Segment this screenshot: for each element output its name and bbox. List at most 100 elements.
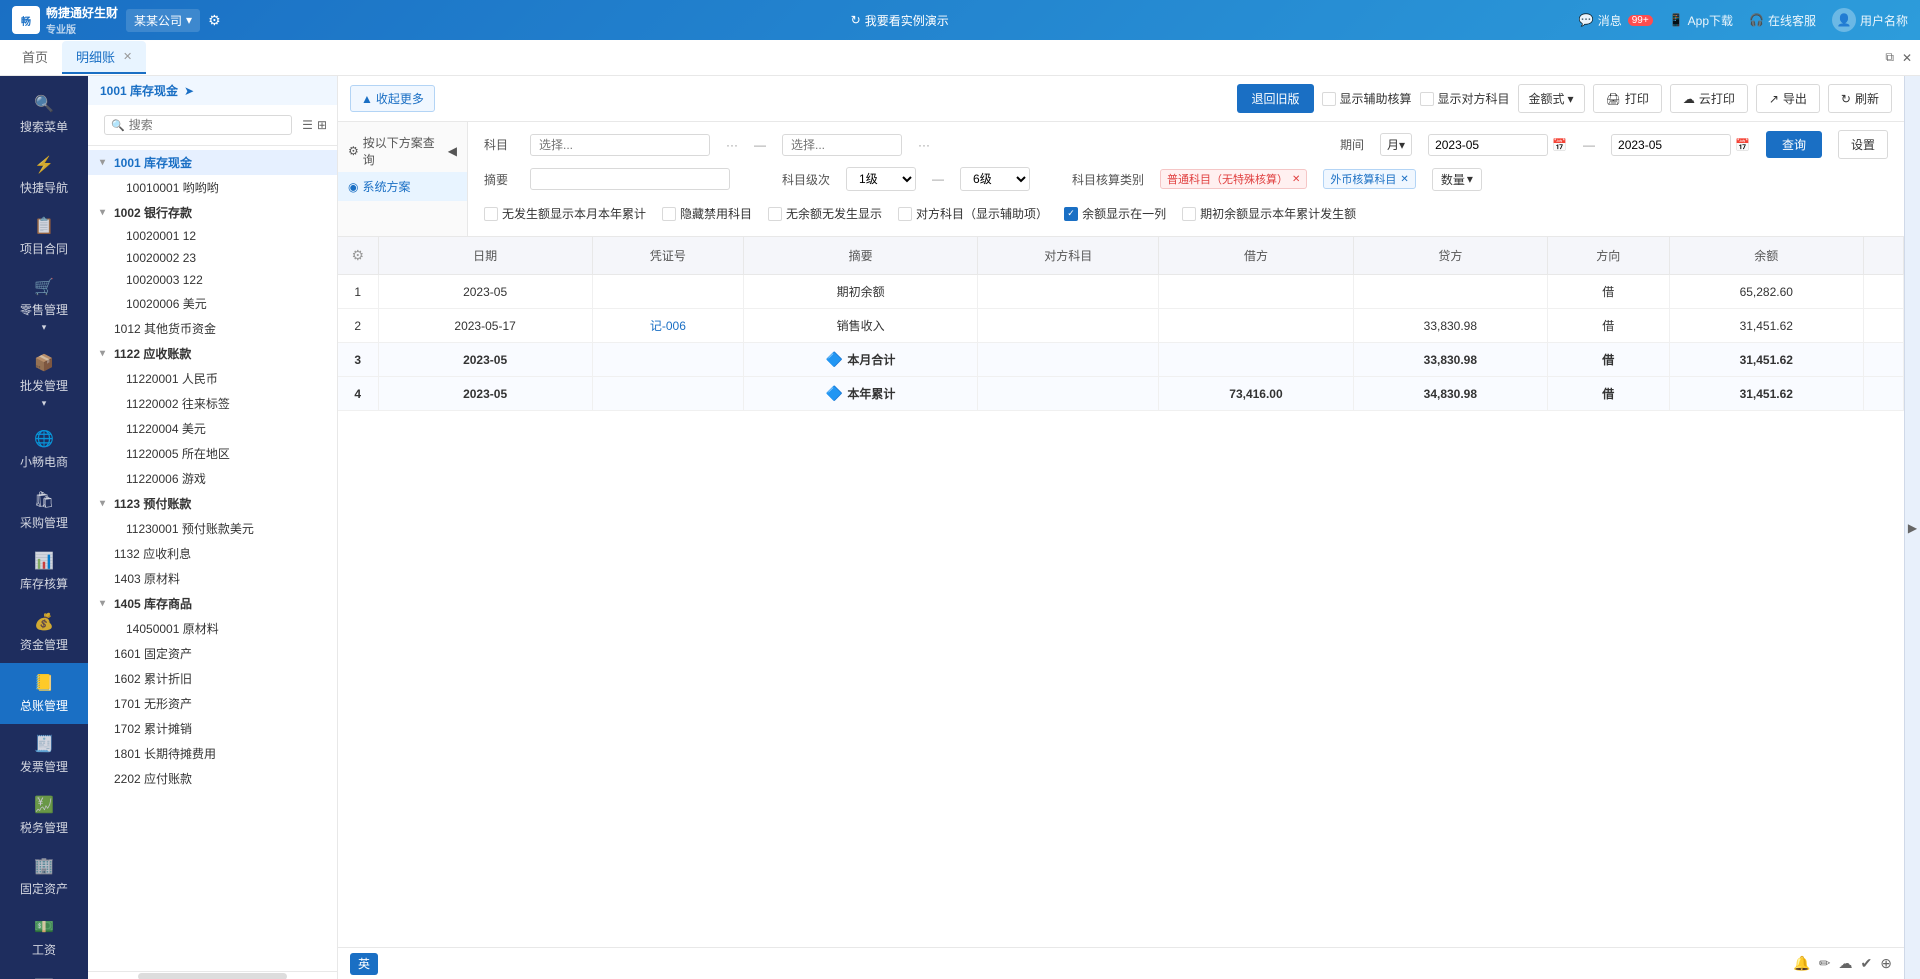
refresh-btn[interactable]: ↻ 刷新	[1828, 84, 1892, 113]
tab-window-icon[interactable]: ⧉	[1885, 50, 1894, 65]
query-btn[interactable]: 查询	[1766, 131, 1822, 158]
tree-node-1405[interactable]: ▾ 1405 库存商品	[88, 591, 337, 616]
tree-node-1122[interactable]: ▾ 1122 应收账款	[88, 341, 337, 366]
tab-ledger[interactable]: 明细账 ✕	[62, 41, 146, 74]
sidebar-item-tax[interactable]: 💹 税务管理	[0, 785, 88, 846]
gear-icon[interactable]: ⚙	[208, 12, 221, 29]
sidebar-item-business[interactable]: 📈 经营管理	[0, 968, 88, 979]
back-to-old-btn[interactable]: 退回旧版	[1237, 84, 1313, 113]
account-filter-input2[interactable]	[782, 134, 902, 156]
tree-node-10020001[interactable]: 10020001 12	[88, 225, 337, 247]
cb-opening-ytd[interactable]: 期初余额显示本年累计发生额	[1182, 205, 1356, 222]
summary-input[interactable]	[530, 168, 730, 190]
sidebar-item-ledger[interactable]: 📒 总账管理	[0, 663, 88, 724]
tab-close-icon[interactable]: ✕	[123, 50, 132, 63]
tree-node-14050001[interactable]: 14050001 原材料	[88, 616, 337, 641]
right-collapse-panel[interactable]: ▶	[1904, 76, 1920, 979]
tree-search-input[interactable]	[129, 118, 285, 132]
show-aux-checkbox[interactable]: 显示辅助核算	[1322, 90, 1412, 107]
tree-node-10020003[interactable]: 10020003 122	[88, 269, 337, 291]
tree-node-1012[interactable]: 1012 其他货币资金	[88, 316, 337, 341]
tree-node-10010001[interactable]: 10010001 哟哟哟	[88, 175, 337, 200]
row-voucher-2[interactable]: 记-006	[592, 309, 743, 343]
app-download-action[interactable]: 📱 App下载	[1669, 12, 1733, 29]
tree-node-1403[interactable]: 1403 原材料	[88, 566, 337, 591]
period-from-input[interactable]	[1428, 134, 1548, 156]
company-dropdown[interactable]: 某某公司 ▾	[126, 9, 200, 32]
tree-node-1132[interactable]: 1132 应收利息	[88, 541, 337, 566]
status-edit-icon[interactable]: ✏	[1819, 955, 1831, 972]
period-to-input[interactable]	[1611, 134, 1731, 156]
tree-node-2202[interactable]: 2202 应付账款	[88, 766, 337, 791]
tag-foreign[interactable]: 外币核算科目 ✕	[1323, 169, 1415, 189]
scheme-collapse-icon[interactable]: ◀	[448, 144, 457, 158]
tag-normal[interactable]: 普通科目（无特殊核算） ✕	[1160, 169, 1307, 189]
table-settings-icon[interactable]: ⚙	[351, 247, 364, 263]
tab-home[interactable]: 首页	[8, 41, 62, 74]
demo-link[interactable]: ↻ 我要看实例演示	[221, 12, 1579, 29]
sidebar-item-retail[interactable]: 🛒 零售管理 ▾	[0, 267, 88, 343]
show-counter-checkbox[interactable]: 显示对方科目	[1420, 90, 1510, 107]
status-check-icon[interactable]: ✔	[1861, 955, 1873, 972]
tag-normal-close[interactable]: ✕	[1292, 174, 1300, 185]
currency-dropdown[interactable]: 金额式 ▾	[1518, 84, 1585, 113]
sidebar-item-project[interactable]: 📋 项目合同	[0, 206, 88, 267]
tree-node-11220001[interactable]: 11220001 人民币	[88, 366, 337, 391]
cb-counter-account[interactable]: 对方科目（显示辅助项）	[898, 205, 1048, 222]
sidebar-item-ecommerce[interactable]: 🌐 小畅电商	[0, 419, 88, 480]
calendar-from-icon[interactable]: 📅	[1552, 138, 1567, 152]
setting-btn[interactable]: 设置	[1838, 130, 1888, 159]
tree-node-1002[interactable]: ▾ 1002 银行存款	[88, 200, 337, 225]
level-from-select[interactable]: 1级2级3级	[846, 167, 916, 191]
status-add-icon[interactable]: ⊕	[1880, 955, 1892, 972]
cb-no-amount[interactable]: 无发生额显示本月本年累计	[484, 205, 646, 222]
user-menu[interactable]: 👤 用户名称	[1832, 8, 1908, 32]
cn-en-toggle[interactable]: 英	[350, 953, 378, 975]
tree-node-1123[interactable]: ▾ 1123 预付账款	[88, 491, 337, 516]
nav-arrow-icon[interactable]: ➤	[184, 84, 194, 98]
level-to-select[interactable]: 6级1级2级	[960, 167, 1030, 191]
message-action[interactable]: 💬 消息 99+	[1579, 12, 1653, 29]
sidebar-item-inventory[interactable]: 📊 库存核算	[0, 541, 88, 602]
scheme-settings-icon[interactable]: ⚙	[348, 144, 359, 158]
period-type-dropdown[interactable]: 月▾	[1380, 133, 1412, 156]
tree-node-1801[interactable]: 1801 长期待摊费用	[88, 741, 337, 766]
tree-node-1701[interactable]: 1701 无形资产	[88, 691, 337, 716]
status-notification-icon[interactable]: 🔔	[1793, 955, 1810, 972]
tree-node-1001[interactable]: ▾ 1001 库存现金	[88, 150, 337, 175]
tree-node-11220006[interactable]: 11220006 游戏	[88, 466, 337, 491]
tree-node-11220002[interactable]: 11220002 往来标签	[88, 391, 337, 416]
status-cloud-icon[interactable]: ☁	[1839, 955, 1853, 972]
sidebar-item-invoice[interactable]: 🧾 发票管理	[0, 724, 88, 785]
tree-node-11220004[interactable]: 11220004 美元	[88, 416, 337, 441]
tree-node-11230001[interactable]: 11230001 预付账款美元	[88, 516, 337, 541]
tree-node-1601[interactable]: 1601 固定资产	[88, 641, 337, 666]
cb-hide-disabled[interactable]: 隐藏禁用科目	[662, 205, 752, 222]
sidebar-item-search[interactable]: 🔍 搜索菜单	[0, 84, 88, 145]
sidebar-item-salary[interactable]: 💵 工资	[0, 907, 88, 968]
cb-balance-one-col[interactable]: ✓ 余额显示在一列	[1064, 205, 1166, 222]
system-scheme-item[interactable]: ◉ 系统方案	[338, 172, 467, 201]
print-btn[interactable]: 🖨 打印	[1593, 84, 1662, 113]
tree-node-1602[interactable]: 1602 累计折旧	[88, 666, 337, 691]
sidebar-item-quicknav[interactable]: ⚡ 快捷导航	[0, 145, 88, 206]
sidebar-item-assets[interactable]: 🏢 固定资产	[0, 846, 88, 907]
account-filter-input[interactable]	[530, 134, 710, 156]
tree-node-10020006[interactable]: 10020006 美元	[88, 291, 337, 316]
expand-more-btn[interactable]: ▲ 收起更多	[350, 85, 435, 112]
tree-node-10020002[interactable]: 10020002 23	[88, 247, 337, 269]
calendar-to-icon[interactable]: 📅	[1735, 138, 1750, 152]
cloud-print-btn[interactable]: ☁ 云打印	[1670, 84, 1748, 113]
sidebar-item-capital[interactable]: 💰 资金管理	[0, 602, 88, 663]
tag-foreign-close[interactable]: ✕	[1400, 174, 1408, 185]
tree-expand-icon[interactable]: ⊞	[315, 116, 329, 134]
sidebar-item-purchase[interactable]: 🛍 采购管理	[0, 480, 88, 541]
sidebar-item-wholesale[interactable]: 📦 批发管理 ▾	[0, 343, 88, 419]
online-service-action[interactable]: 🎧 在线客服	[1749, 12, 1816, 29]
tab-close-all-icon[interactable]: ✕	[1902, 51, 1912, 65]
export-btn[interactable]: ↗ 导出	[1756, 84, 1820, 113]
cb-no-balance[interactable]: 无余额无发生显示	[768, 205, 882, 222]
voucher-link[interactable]: 记-006	[650, 319, 686, 333]
tree-node-11220005[interactable]: 11220005 所在地区	[88, 441, 337, 466]
tree-node-1702[interactable]: 1702 累计摊销	[88, 716, 337, 741]
